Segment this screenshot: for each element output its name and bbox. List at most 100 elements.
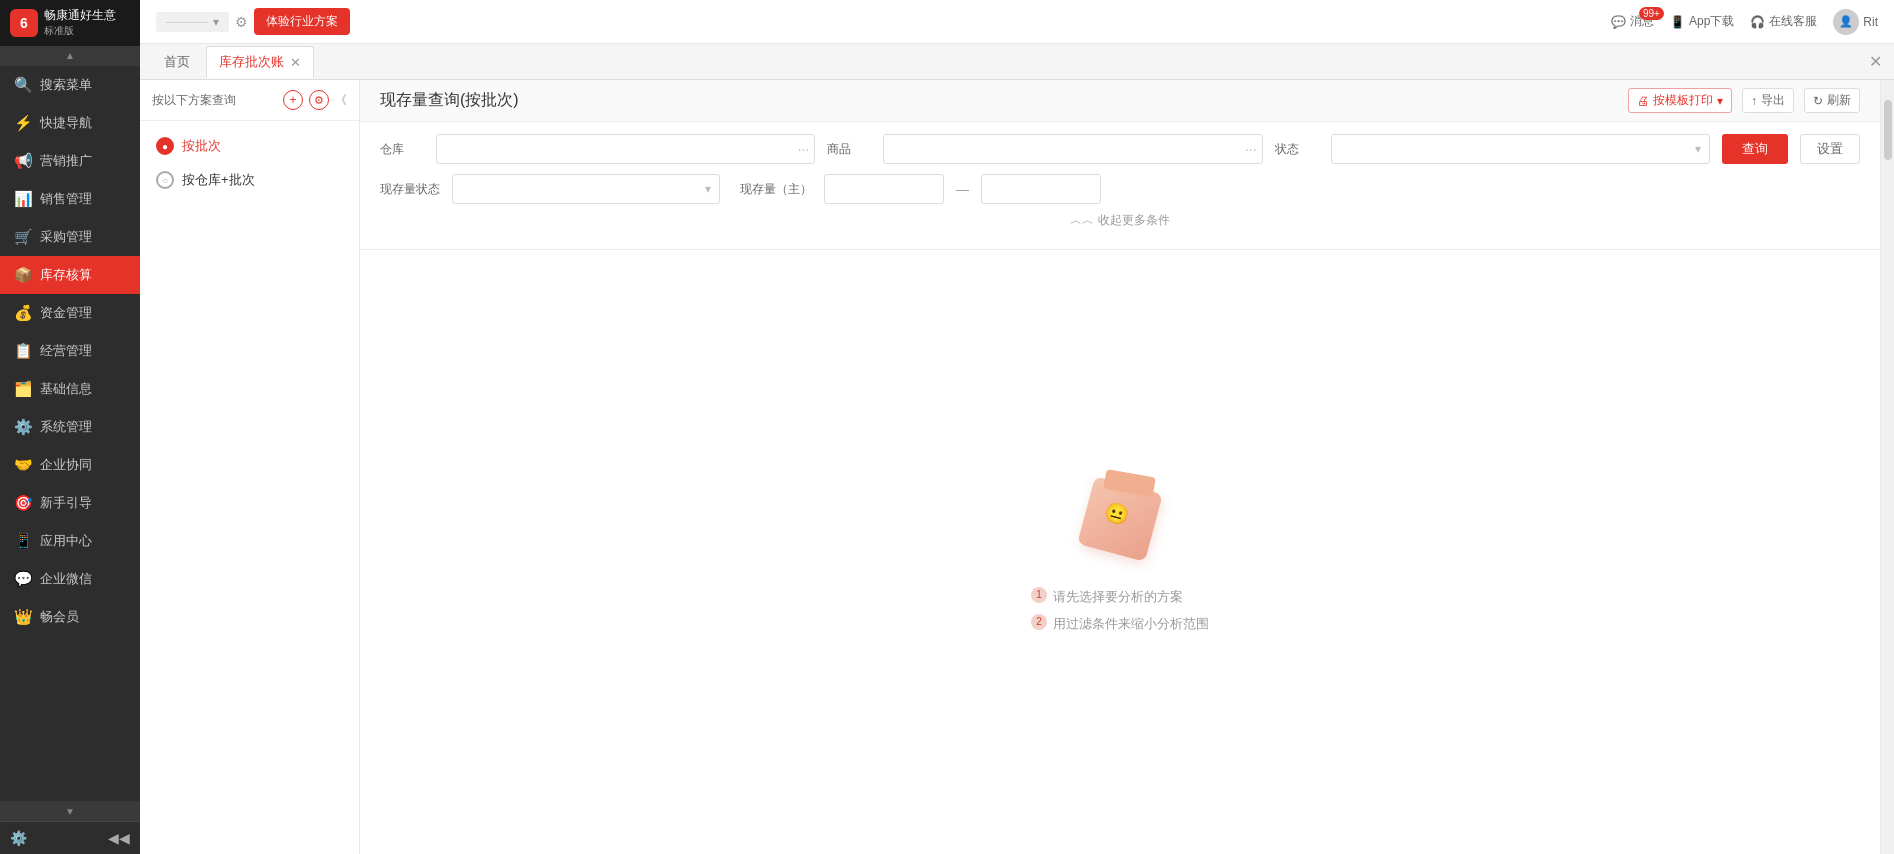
sidebar-item-wechat[interactable]: 💬 企业微信	[0, 560, 140, 598]
sidebar-item-shortcuts[interactable]: ⚡ 快捷导航	[0, 104, 140, 142]
right-scrollbar	[1880, 80, 1894, 854]
sidebar-scroll-down[interactable]: ▼	[0, 801, 140, 821]
plan-item-batch[interactable]: ● 按批次	[140, 129, 359, 163]
settings-btn[interactable]: 设置	[1800, 134, 1860, 164]
sidebar-item-marketing[interactable]: 📢 营销推广	[0, 142, 140, 180]
topbar-right: 💬 消息 99+ 📱 App下载 🎧 在线客服 👤 Rit	[1611, 9, 1878, 35]
collapse-more-btn[interactable]: ︿︿ 收起更多条件	[380, 204, 1860, 237]
avatar: 👤	[1833, 9, 1859, 35]
main-area: ───── ▾ ⚙ 体验行业方案 💬 消息 99+ 📱 App下载 🎧 在线客服	[140, 0, 1894, 854]
phone-icon: 📱	[1670, 15, 1685, 29]
collapse-panel-btn[interactable]: 《	[335, 92, 347, 109]
app-name: 畅康通好生意	[44, 8, 116, 24]
plan-list: ● 按批次 ○ 按仓库+批次	[140, 121, 359, 205]
sidebar-item-apps[interactable]: 📱 应用中心	[0, 522, 140, 560]
lightning-icon: ⚡	[14, 114, 32, 132]
warehouse-label: 仓库	[380, 141, 430, 158]
left-panel-header: 按以下方案查询 + ⚙ 《	[140, 80, 359, 121]
tab-close-btn[interactable]: ✕	[290, 56, 301, 69]
stock-status-label: 现存量状态	[380, 181, 440, 198]
collapse-up-icon: ︿︿	[1070, 212, 1094, 229]
add-plan-btn[interactable]: +	[283, 90, 303, 110]
scroll-handle[interactable]	[1884, 100, 1892, 160]
goods-input-wrap: ···	[883, 134, 1262, 164]
range-separator: —	[950, 182, 975, 197]
query-btn[interactable]: 查询	[1722, 134, 1788, 164]
breadcrumb: ───── ▾	[156, 12, 229, 32]
status-field: 状态 ▾	[1275, 134, 1710, 164]
search-icon: 🔍	[14, 76, 32, 94]
left-panel: 按以下方案查询 + ⚙ 《 ● 按批次 ○ 按仓库+批次	[140, 80, 360, 854]
sidebar-item-inventory[interactable]: 📦 库存核算	[0, 256, 140, 294]
sidebar-item-member[interactable]: 👑 畅会员	[0, 598, 140, 636]
tabbar: 首页 库存批次账 ✕ ✕	[140, 44, 1894, 80]
stock-status-field: 现存量状态 ▾	[380, 174, 720, 204]
tab-home[interactable]: 首页	[152, 47, 202, 77]
sidebar-item-purchase[interactable]: 🛒 采购管理	[0, 218, 140, 256]
box-icon: 📦	[14, 266, 32, 284]
warehouse-dots-icon[interactable]: ···	[798, 141, 810, 157]
chat-icon: 💬	[14, 570, 32, 588]
sidebar-item-operations[interactable]: 📋 经营管理	[0, 332, 140, 370]
sidebar-item-search[interactable]: 🔍 搜索菜单	[0, 66, 140, 104]
message-icon: 💬	[1611, 15, 1626, 29]
goods-label: 商品	[827, 141, 877, 158]
sidebar: 6 畅康通好生意 标准版 ▲ 🔍 搜索菜单 ⚡ 快捷导航 📢 营销推广 📊 销售…	[0, 0, 140, 854]
refresh-btn[interactable]: ↻ 刷新	[1804, 88, 1860, 113]
main-content: 现存量查询(按批次) 🖨 按模板打印 ▾ ↑ 导出 ↻ 刷新	[360, 80, 1880, 854]
online-service-action[interactable]: 🎧 在线客服	[1750, 13, 1817, 30]
sidebar-item-sales[interactable]: 📊 销售管理	[0, 180, 140, 218]
tab-inventory-batch[interactable]: 库存批次账 ✕	[206, 46, 314, 78]
sidebar-item-system[interactable]: ⚙️ 系统管理	[0, 408, 140, 446]
empty-illustration: 😐	[1070, 469, 1170, 569]
empty-state: 😐 1 请先选择要分析的方案 2 用过滤条件来缩小分析范围	[360, 250, 1880, 854]
topbar: ───── ▾ ⚙ 体验行业方案 💬 消息 99+ 📱 App下载 🎧 在线客服	[140, 0, 1894, 44]
topbar-gear-icon[interactable]: ⚙	[235, 14, 248, 30]
warehouse-input[interactable]	[436, 134, 815, 164]
status-select[interactable]: ▾	[1331, 134, 1710, 164]
sidebar-item-guide[interactable]: 🎯 新手引导	[0, 484, 140, 522]
sidebar-scroll-up[interactable]: ▲	[0, 46, 140, 66]
breadcrumb-dropdown[interactable]: ▾	[213, 15, 219, 29]
print-dropdown-icon: ▾	[1717, 94, 1723, 108]
page-close-btn[interactable]: ✕	[1869, 52, 1882, 71]
collapse-sidebar-icon[interactable]: ◀◀	[108, 830, 130, 846]
user-action[interactable]: 👤 Rit	[1833, 9, 1878, 35]
stock-qty-max-input[interactable]	[981, 174, 1101, 204]
app-download-action[interactable]: 📱 App下载	[1670, 13, 1734, 30]
warehouse-field: 仓库 ···	[380, 134, 815, 164]
print-btn[interactable]: 🖨 按模板打印 ▾	[1628, 88, 1732, 113]
message-action[interactable]: 💬 消息 99+	[1611, 13, 1654, 30]
target-icon: 🎯	[14, 494, 32, 512]
message-badge: 99+	[1639, 7, 1664, 20]
settings-footer-icon[interactable]: ⚙️	[10, 830, 27, 846]
sidebar-nav: 🔍 搜索菜单 ⚡ 快捷导航 📢 营销推广 📊 销售管理 🛒 采购管理 📦 库存核…	[0, 66, 140, 801]
avatar-initials: 👤	[1839, 15, 1853, 28]
money-icon: 💰	[14, 304, 32, 322]
warehouse-input-wrap: ···	[436, 134, 815, 164]
headset-icon: 🎧	[1750, 15, 1765, 29]
plan-settings-btn[interactable]: ⚙	[309, 90, 329, 110]
sidebar-item-finance[interactable]: 💰 资金管理	[0, 294, 140, 332]
clipboard-icon: 📋	[14, 342, 32, 360]
app-edition: 标准版	[44, 24, 116, 38]
sidebar-item-collab[interactable]: 🤝 企业协同	[0, 446, 140, 484]
page-header-actions: 🖨 按模板打印 ▾ ↑ 导出 ↻ 刷新	[1628, 88, 1860, 113]
export-btn[interactable]: ↑ 导出	[1742, 88, 1794, 113]
stock-status-select[interactable]: ▾	[452, 174, 720, 204]
status-dropdown-icon: ▾	[1695, 142, 1701, 156]
goods-input[interactable]	[883, 134, 1262, 164]
left-panel-actions: + ⚙ 《	[283, 90, 347, 110]
tip-item-2: 2 用过滤条件来缩小分析范围	[1031, 612, 1209, 635]
plan-item-warehouse-batch[interactable]: ○ 按仓库+批次	[140, 163, 359, 197]
plan-inactive-icon: ○	[156, 171, 174, 189]
chart-icon: 📊	[14, 190, 32, 208]
goods-dots-icon[interactable]: ···	[1245, 141, 1257, 157]
sidebar-item-basics[interactable]: 🗂️ 基础信息	[0, 370, 140, 408]
sidebar-header: 6 畅康通好生意 标准版	[0, 0, 140, 46]
print-icon: 🖨	[1637, 94, 1649, 108]
stock-qty-min-input[interactable]	[824, 174, 944, 204]
empty-face-icon: 😐	[1102, 498, 1132, 528]
folder-icon: 🗂️	[14, 380, 32, 398]
experience-btn[interactable]: 体验行业方案	[254, 8, 350, 35]
